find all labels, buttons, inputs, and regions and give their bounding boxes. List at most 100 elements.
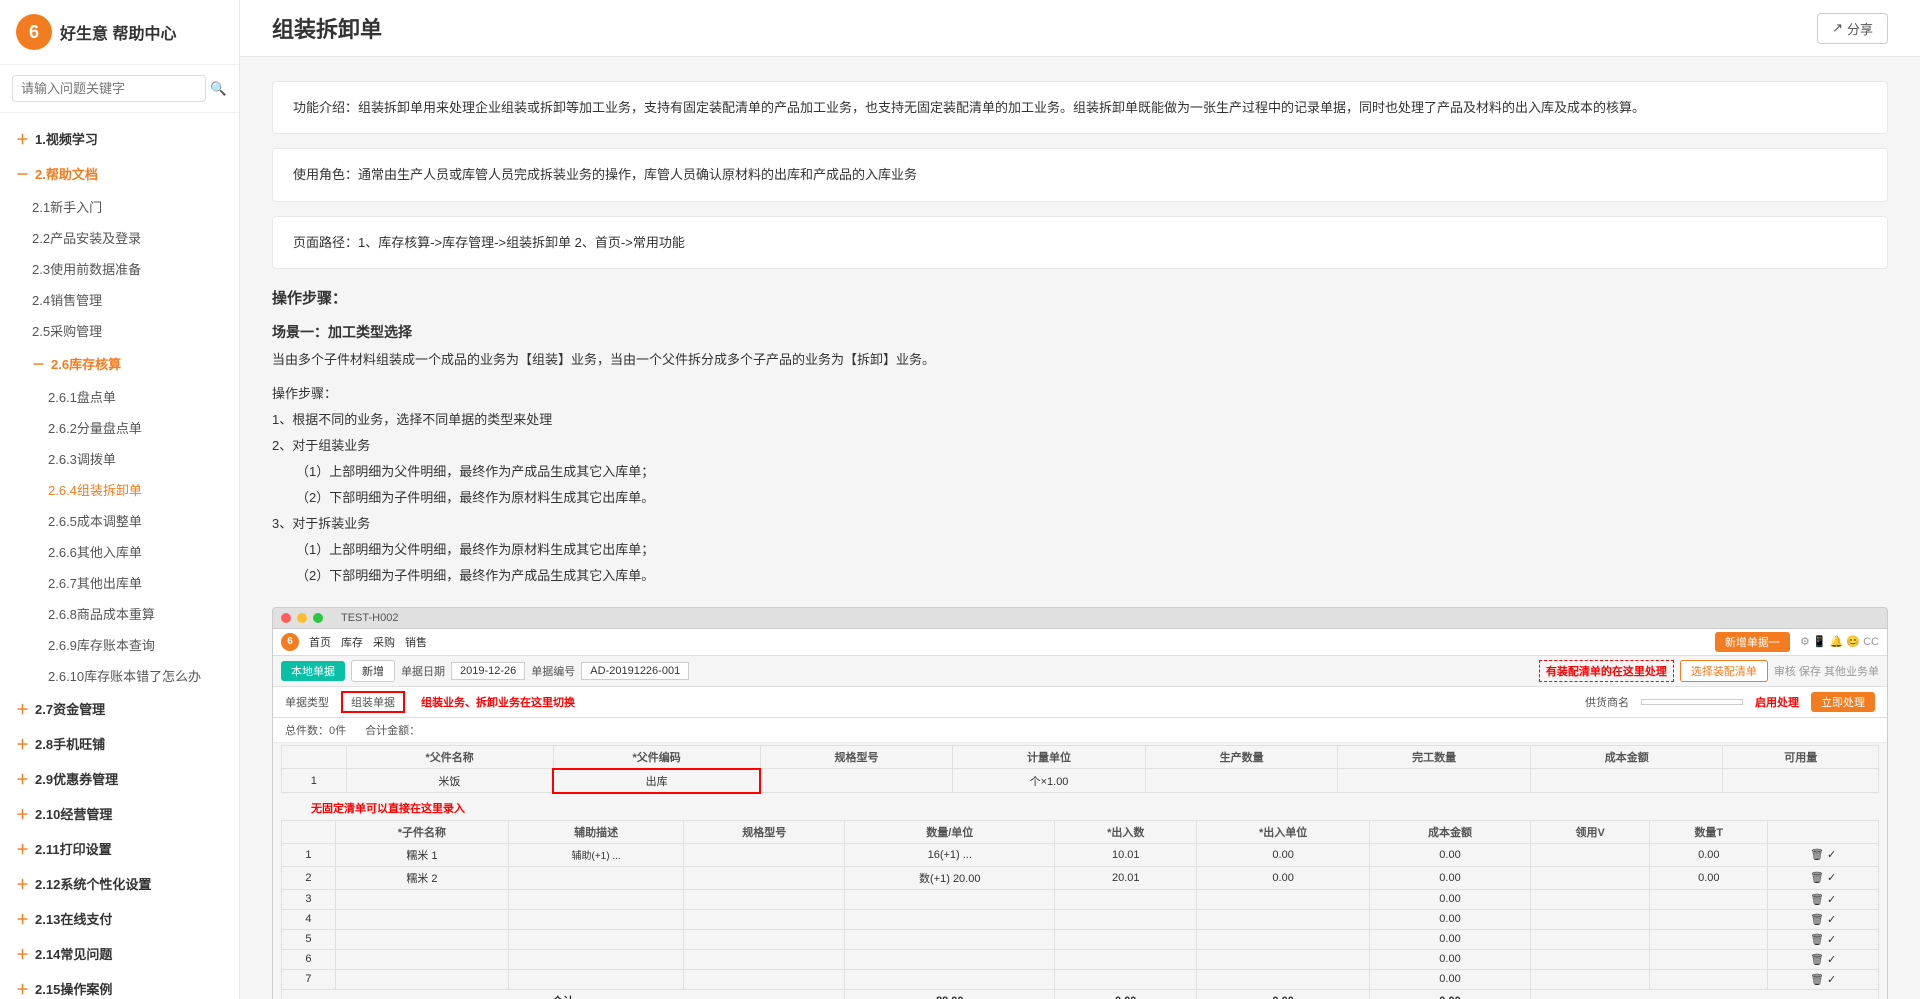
sidebar-item-help-doc[interactable]: － 2.帮助文档 [0, 156, 239, 191]
share-button[interactable]: ↗ 分享 [1817, 13, 1888, 44]
std-check6: 6 [282, 949, 336, 969]
std-desc3 [508, 889, 683, 909]
td-parent-name: 米饭 [346, 769, 553, 793]
path-text: 页面路径：1、库存核算->库存管理->组装拆卸单 2、首页->常用功能 [293, 235, 685, 250]
sidebar-item-faq[interactable]: ＋ 2.14常见问题 [0, 936, 239, 971]
main-table: *父件名称 *父件编码 规格型号 计量单位 生产数量 完工数量 成本金额 可用量 [281, 745, 1879, 794]
sidebar-item-2610[interactable]: 2.6.10库存账本错了怎么办 [0, 660, 239, 691]
save-btn[interactable]: 本地单据 [281, 661, 345, 681]
search-input[interactable] [12, 75, 206, 102]
std-spec5 [684, 929, 845, 949]
std-spec4 [684, 909, 845, 929]
sidebar-item-mobile[interactable]: ＋ 2.8手机旺铺 [0, 726, 239, 761]
tf-end [1530, 989, 1878, 999]
std-use6 [1530, 949, 1649, 969]
sidebar-item-coupon[interactable]: ＋ 2.9优惠券管理 [0, 761, 239, 796]
std-unit2: 0.00 [1197, 866, 1370, 889]
toolbar-end: 审核 保存 其他业务单 [1774, 663, 1879, 679]
sidebar-item-system[interactable]: ＋ 2.12系统个性化设置 [0, 866, 239, 901]
std-qty4 [845, 909, 1055, 929]
app-logo: 6 [281, 633, 299, 651]
th-done-qty: 完工数量 [1338, 745, 1531, 769]
std-cost7: 0.00 [1370, 969, 1531, 989]
tf-v2: 0.00 [1055, 989, 1197, 999]
std-in1: 10.01 [1055, 843, 1197, 866]
td-cost [1530, 769, 1723, 793]
sidebar-item-sales[interactable]: 2.4销售管理 [0, 284, 239, 315]
std-act5: 🗑 ✓ [1768, 929, 1879, 949]
stats-amount: 合计金额： [365, 725, 420, 737]
sidebar-item-operations[interactable]: ＋ 2.10经营管理 [0, 796, 239, 831]
nav-list: ＋ 1.视频学习 － 2.帮助文档 2.1新手入门 2.2产品安装及登录 2.3… [0, 113, 239, 999]
role-text: 使用角色：通常由生产人员或库管人员完成拆装业务的操作，库管人员确认原材料的出库和… [293, 167, 917, 182]
step3a: （1）上部明细为父件明细，最终作为原材料生成其它出库单； [272, 537, 1888, 563]
scenario1: 场景一：加工类型选择 当由多个子件材料组装成一个成品的业务为【组装】业务，当由一… [272, 322, 1888, 589]
std-name7 [335, 969, 508, 989]
std-cost4: 0.00 [1370, 909, 1531, 929]
plus-icon: ＋ [16, 129, 29, 148]
sidebar-item-264[interactable]: 2.6.4组装拆卸单 [0, 474, 239, 505]
menu-purchase: 采购 [373, 634, 395, 650]
sidebar-item-purchase[interactable]: 2.5采购管理 [0, 315, 239, 346]
std-unit3 [1197, 889, 1370, 909]
sidebar-item-print[interactable]: ＋ 2.11打印设置 [0, 831, 239, 866]
sidebar-item-data-prep[interactable]: 2.3使用前数据准备 [0, 253, 239, 284]
min-btn [297, 613, 307, 623]
plus-icon-coupon: ＋ [16, 769, 29, 788]
search-button[interactable]: 🔍 [210, 81, 227, 97]
doc-type-value[interactable]: 组装单据 [341, 691, 405, 713]
choose-btn[interactable]: 选择装配清单 [1680, 660, 1768, 682]
intro-block: 功能介绍：组装拆卸单用来处理企业组装或拆卸等加工业务，支持有固定装配清单的产品加… [272, 81, 1888, 134]
step3b: （2）下部明细为子件明细，最终作为产成品生成其它入库单。 [272, 563, 1888, 589]
sidebar-item-inventory[interactable]: － 2.6库存核算 [0, 346, 239, 381]
delete-btn[interactable]: 新增 [351, 660, 395, 682]
std-desc7 [508, 969, 683, 989]
std-in5 [1055, 929, 1197, 949]
sub-table-row-5: 5 0.00 🗑 ✓ [282, 929, 1879, 949]
tf-v3: 0.00 [1197, 989, 1370, 999]
sidebar-item-payment[interactable]: ＋ 2.13在线支付 [0, 901, 239, 936]
sidebar-item-269[interactable]: 2.6.9库存账本查询 [0, 629, 239, 660]
step-ops-title: 操作步骤： [272, 381, 1888, 407]
std-desc2 [508, 866, 683, 889]
sidebar-item-install[interactable]: 2.2产品安装及登录 [0, 222, 239, 253]
sidebar-item-268[interactable]: 2.6.8商品成本重算 [0, 598, 239, 629]
search-box[interactable]: 🔍 [0, 65, 239, 113]
std-qty5 [845, 929, 1055, 949]
sth-in-out-unit: *出入单位 [1197, 820, 1370, 843]
std-cost3: 0.00 [1370, 889, 1531, 909]
sth-use-v: 领用V [1530, 820, 1649, 843]
std-desc4 [508, 909, 683, 929]
main-content: 组装拆卸单 ↗ 分享 功能介绍：组装拆卸单用来处理企业组装或拆卸等加工业务，支持… [240, 0, 1920, 999]
sidebar-item-video[interactable]: ＋ 1.视频学习 [0, 121, 239, 156]
std-spec6 [684, 949, 845, 969]
std-act3: 🗑 ✓ [1768, 889, 1879, 909]
screenshot-area: TEST-H002 6 首页 库存 采购 销售 新增单据一 ⚙ 📱 🔔 😊 CC… [272, 607, 1888, 999]
th-unit: 计量单位 [953, 745, 1146, 769]
brand-input[interactable] [1641, 699, 1743, 705]
std-in3 [1055, 889, 1197, 909]
sidebar-item-cases[interactable]: ＋ 2.15操作案例 [0, 971, 239, 999]
std-unit6 [1197, 949, 1370, 969]
std-desc1: 辅助(+1) ... [508, 843, 683, 866]
sidebar-item-261[interactable]: 2.6.1盘点单 [0, 381, 239, 412]
std-name4 [335, 909, 508, 929]
std-act6: 🗑 ✓ [1768, 949, 1879, 969]
th-parent-code: *父件编码 [553, 745, 760, 769]
th-check [282, 745, 347, 769]
annotation1-text: 有装配清单的在这里处理 [1539, 660, 1674, 682]
sidebar-item-265[interactable]: 2.6.5成本调整单 [0, 505, 239, 536]
sidebar-item-267[interactable]: 2.6.7其他出库单 [0, 567, 239, 598]
process-btn[interactable]: 立即处理 [1811, 692, 1875, 712]
sidebar-item-263[interactable]: 2.6.3调拨单 [0, 443, 239, 474]
sidebar-item-finance[interactable]: ＋ 2.7资金管理 [0, 691, 239, 726]
logo-icon: 6 [16, 14, 52, 50]
td-parent-code: 出库 [553, 769, 760, 793]
std-spec1 [684, 843, 845, 866]
sidebar-item-262[interactable]: 2.6.2分量盘点单 [0, 412, 239, 443]
sidebar-item-new-user[interactable]: 2.1新手入门 [0, 191, 239, 222]
new-doc-btn[interactable]: 新增单据一 [1715, 632, 1790, 652]
menu-sales: 销售 [405, 634, 427, 650]
sidebar-item-266[interactable]: 2.6.6其他入库单 [0, 536, 239, 567]
scenario1-title: 场景一：加工类型选择 [272, 322, 1888, 342]
